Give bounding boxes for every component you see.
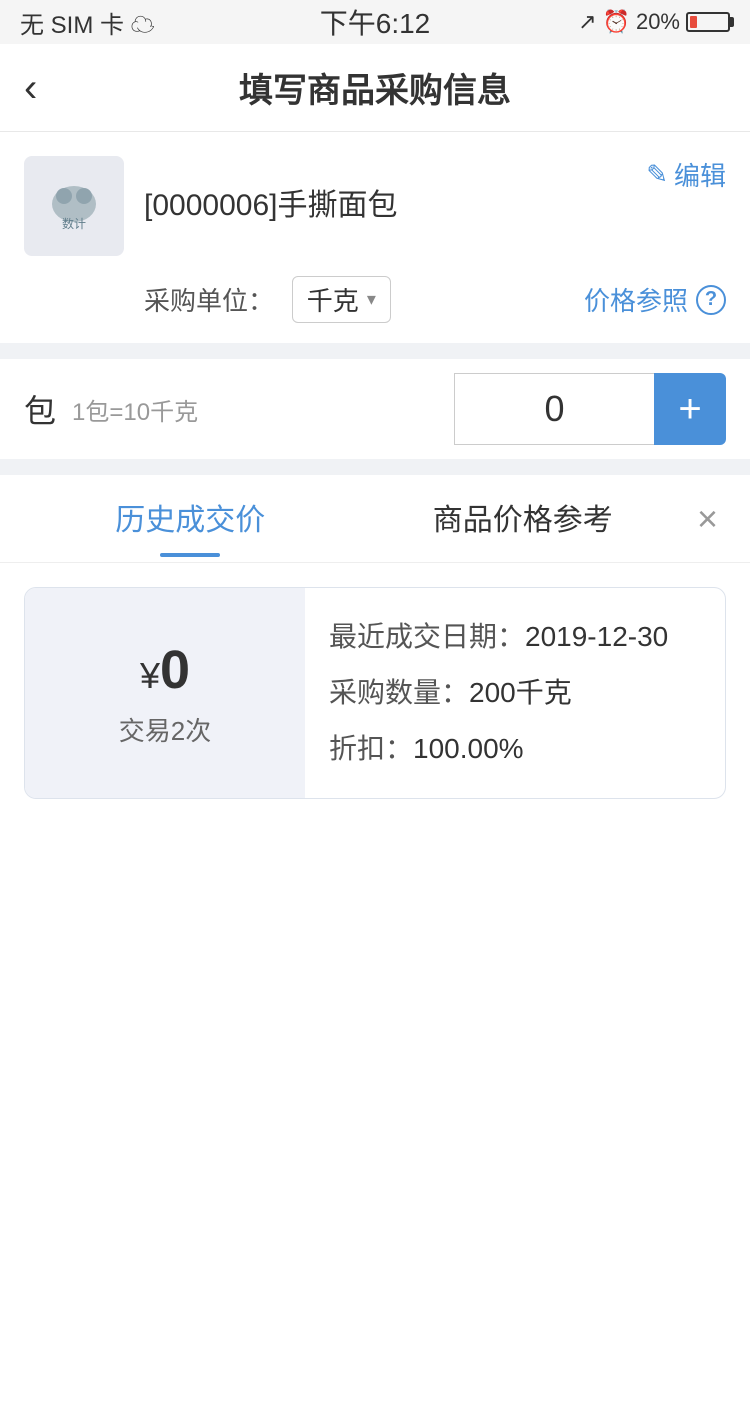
transaction-price: ¥0 [140, 639, 190, 701]
purchase-qty-row: 采购数量：200千克 [329, 672, 701, 714]
price-panel-tabs: 历史成交价 商品价格参考 × [0, 475, 750, 563]
tab-history-price[interactable]: 历史成交价 [24, 495, 356, 543]
purchase-qty-value: 200千克 [469, 677, 572, 708]
quantity-input-group: + [454, 373, 726, 445]
transaction-area: ¥0 交易2次 最近成交日期：2019-12-30 采购数量：200千克 折扣：… [0, 563, 750, 823]
discount-row: 折扣：100.00% [329, 728, 701, 770]
status-time: 下午6:12 [320, 2, 431, 42]
nav-bar: ‹ 填写商品采购信息 [0, 44, 750, 132]
discount-value: 100.00% [413, 733, 524, 764]
transaction-count: 交易2次 [119, 711, 211, 748]
transaction-price-block: ¥0 交易2次 [25, 588, 305, 798]
product-card: 数计 [0000006]手撕面包 ✎ 编辑 采购单位： 千克 ▾ 价格参照 ? [0, 132, 750, 343]
status-left: 无 SIM 卡 ☁ [20, 5, 155, 40]
edit-icon: ✎ [646, 159, 668, 190]
battery-percent: 20% [636, 9, 680, 35]
product-thumbnail: 数计 [24, 156, 124, 256]
price-ref-button[interactable]: 价格参照 ? [584, 281, 726, 318]
status-bar: 无 SIM 卡 ☁ 下午6:12 ↗ ⏰ 20% [0, 0, 750, 44]
product-unit-row: 采购单位： 千克 ▾ 价格参照 ? [24, 276, 726, 323]
price-ref-label: 价格参照 [584, 281, 688, 318]
quantity-label: 包 1包=10千克 [24, 386, 198, 432]
alarm-icon: ⏰ [603, 9, 630, 35]
back-button[interactable]: ‹ [24, 68, 37, 108]
price-panel: 历史成交价 商品价格参考 × ¥0 交易2次 最近成交日期：2019-12-30… [0, 475, 750, 1423]
recent-date-row: 最近成交日期：2019-12-30 [329, 616, 701, 658]
page-title: 填写商品采购信息 [239, 63, 511, 112]
unit-select[interactable]: 千克 ▾ [292, 276, 391, 323]
unit-label: 采购单位： [144, 286, 274, 316]
product-header: 数计 [0000006]手撕面包 ✎ 编辑 [24, 156, 726, 256]
tab-product-price-ref[interactable]: 商品价格参考 [356, 495, 688, 543]
unit-dropdown-arrow: ▾ [367, 289, 376, 310]
edit-button[interactable]: ✎ 编辑 [646, 156, 726, 193]
quantity-plus-button[interactable]: + [654, 373, 726, 445]
white-space-filler [0, 823, 750, 1423]
unit-row-left: 采购单位： 千克 ▾ [144, 276, 391, 323]
quantity-input[interactable] [454, 373, 654, 445]
svg-text:数计: 数计 [62, 216, 86, 231]
discount-label: 折扣： [329, 733, 413, 764]
edit-label: 编辑 [674, 156, 726, 193]
location-icon: ↗ [578, 9, 596, 35]
price-ref-help-icon[interactable]: ? [696, 285, 726, 315]
quantity-unit: 包 [24, 386, 56, 432]
status-right: ↗ ⏰ 20% [578, 9, 730, 35]
transaction-details: 最近成交日期：2019-12-30 采购数量：200千克 折扣：100.00% [305, 588, 725, 798]
product-info: 数计 [0000006]手撕面包 [24, 156, 397, 256]
panel-close-button[interactable]: × [689, 490, 726, 548]
section-divider [0, 459, 750, 475]
recent-date-value: 2019-12-30 [525, 621, 668, 652]
unit-value: 千克 [307, 281, 359, 318]
quantity-section: 包 1包=10千克 + [0, 359, 750, 459]
sim-status: 无 SIM 卡 ☁ [20, 5, 155, 40]
product-name: [0000006]手撕面包 [144, 185, 397, 227]
price-value: 0 [160, 640, 190, 700]
currency-symbol: ¥ [140, 655, 160, 696]
transaction-card: ¥0 交易2次 最近成交日期：2019-12-30 采购数量：200千克 折扣：… [24, 587, 726, 799]
recent-date-label: 最近成交日期： [329, 621, 525, 652]
quantity-conversion: 1包=10千克 [72, 392, 198, 427]
battery-icon [686, 12, 730, 32]
purchase-qty-label: 采购数量： [329, 677, 469, 708]
